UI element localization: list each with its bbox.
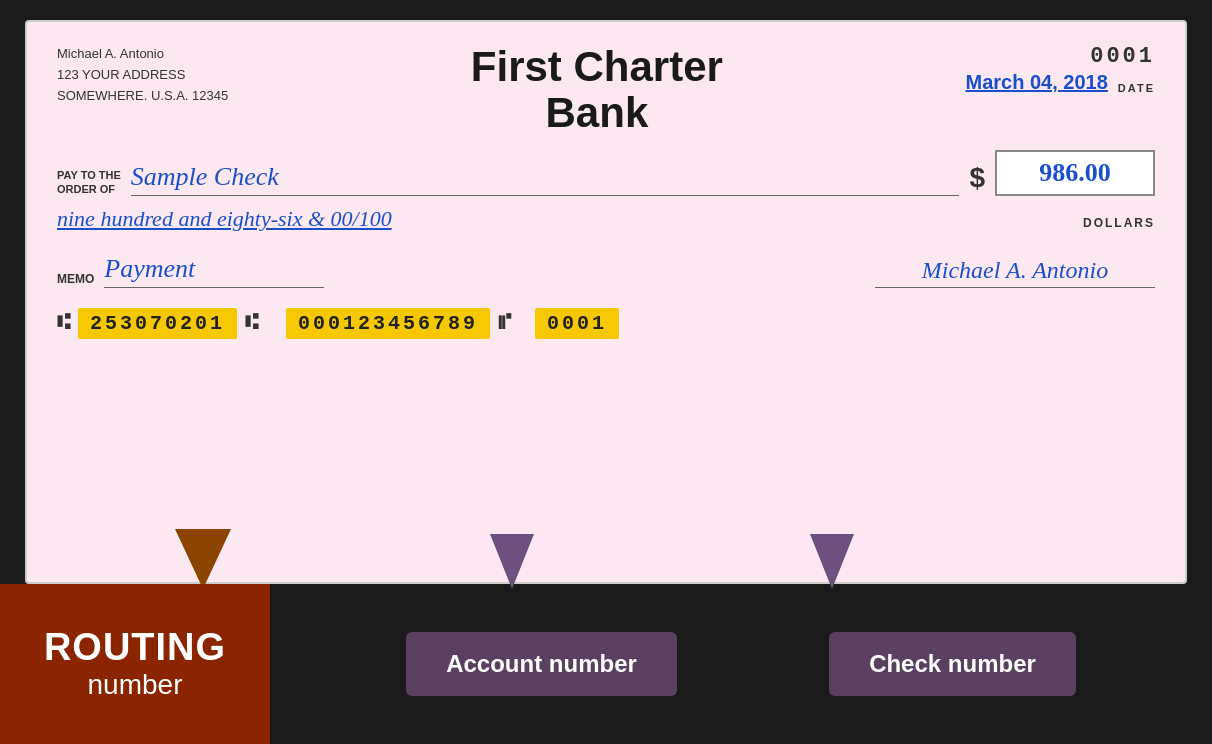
micr-close: ⑆ — [245, 311, 258, 336]
payee-line: Sample Check — [131, 162, 960, 196]
routing-sub: number — [88, 669, 183, 701]
routing-arrow — [175, 529, 231, 589]
micr-line: ⑆ 253070201 ⑆ 000123456789 ⑈ 0001 — [57, 308, 1155, 339]
dollar-sign: $ — [969, 162, 985, 194]
payee-name: Sample Check — [131, 162, 279, 191]
check-name: Michael A. Antonio — [57, 46, 164, 61]
bottom-bar: ROUTING number Account number Check numb… — [0, 584, 1212, 744]
written-amount-row: nine hundred and eighty-six & 00/100 DOL… — [57, 206, 1155, 232]
routing-label-block: ROUTING number — [0, 584, 270, 744]
account-label: Account number — [406, 632, 677, 696]
bottom-labels-spacer: Account number Check number — [270, 632, 1212, 696]
routing-number: 253070201 — [78, 308, 237, 339]
date-label: DATE — [1118, 82, 1155, 94]
signature-line: Michael A. Antonio — [875, 257, 1155, 288]
memo-label: MEMO — [57, 272, 94, 286]
address-line2: SOMEWHERE. U.S.A. 12345 — [57, 88, 228, 103]
check-number-micr: 0001 — [535, 308, 619, 339]
signature-value: Michael A. Antonio — [922, 257, 1108, 283]
check-number-top: 0001 — [966, 44, 1155, 69]
memo-value: Payment — [104, 254, 195, 283]
amount-box: 986.00 — [995, 150, 1155, 196]
check-label: Check number — [829, 632, 1076, 696]
micr-dash: ⑈ — [498, 311, 511, 336]
pay-to-row: PAY TO THEORDER OF Sample Check $ 986.00 — [57, 150, 1155, 196]
memo-section: MEMO Payment — [57, 254, 324, 288]
memo-row: MEMO Payment Michael A. Antonio — [57, 254, 1155, 288]
address-line1: 123 YOUR ADDRESS — [57, 67, 185, 82]
check: Michael A. Antonio 123 YOUR ADDRESS SOME… — [25, 20, 1187, 584]
written-amount: nine hundred and eighty-six & 00/100 — [57, 206, 392, 232]
check-number-arrow — [810, 534, 854, 589]
bank-name: First Charter Bank — [248, 44, 945, 136]
check-address: Michael A. Antonio 123 YOUR ADDRESS SOME… — [57, 44, 228, 106]
account-arrow — [490, 534, 534, 589]
micr-open: ⑆ — [57, 311, 70, 336]
date-value: March 04, 2018 — [966, 71, 1108, 94]
pay-to-label: PAY TO THEORDER OF — [57, 168, 121, 197]
memo-line: Payment — [104, 254, 324, 288]
routing-title: ROUTING — [44, 627, 226, 669]
account-number: 000123456789 — [286, 308, 490, 339]
amount-value: 986.00 — [1039, 158, 1111, 187]
dollars-label: DOLLARS — [1083, 216, 1155, 230]
